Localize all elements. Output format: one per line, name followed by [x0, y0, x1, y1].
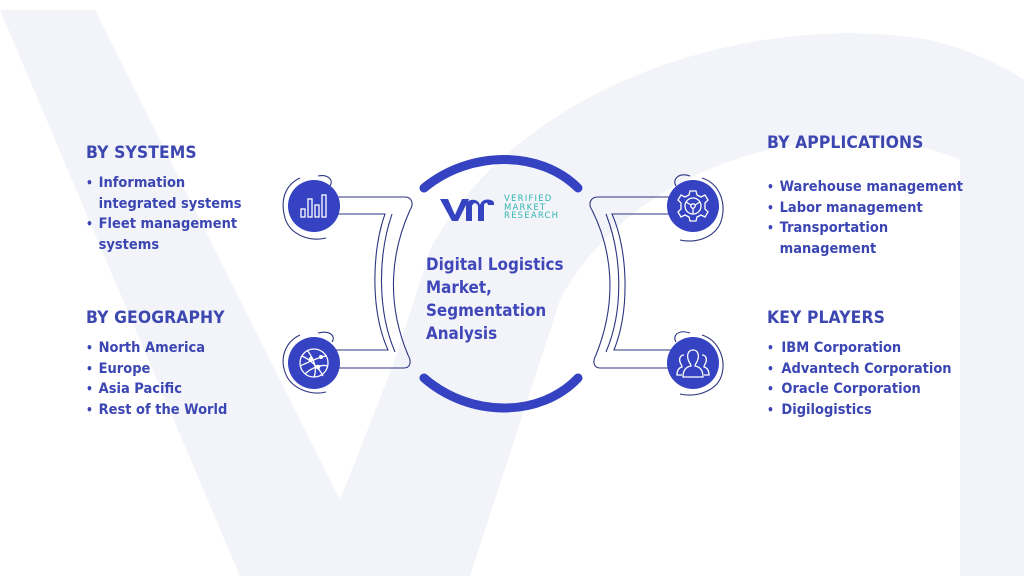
- vmr-logo-mark: [440, 199, 494, 221]
- list-item: IBM Corporation: [767, 338, 952, 359]
- list-item: Europe: [86, 359, 227, 380]
- segment-by-geography: BY GEOGRAPHY North America Europe Asia P…: [86, 308, 243, 420]
- logo-wordmark: VERIFIED MARKET RESEARCH: [504, 195, 559, 221]
- segment-by-systems: BY SYSTEMS Informationintegrated systems…: [86, 143, 259, 255]
- segment-key-players: KEY PLAYERS IBM Corporation Advantech Co…: [767, 308, 972, 420]
- list-item: Digilogistics: [767, 400, 952, 421]
- segment-by-applications: BY APPLICATIONS Warehouse management Lab…: [767, 133, 985, 259]
- gear-steering-icon: [677, 190, 709, 222]
- applications-icon-badge: [667, 180, 719, 232]
- title-line: Analysis: [426, 324, 498, 343]
- title-line: Segmentation: [426, 301, 547, 320]
- segment-list: North America Europe Asia Pacific Rest o…: [86, 338, 243, 420]
- bar-chart-icon: [300, 194, 327, 218]
- list-item: Labor management: [767, 198, 963, 219]
- geography-icon-badge: [288, 337, 340, 389]
- title-line: Digital Logistics: [426, 255, 564, 274]
- people-group-icon: [676, 349, 710, 378]
- list-item: Warehouse management: [767, 177, 963, 198]
- top-arc: [419, 155, 583, 193]
- title-line: Market,: [426, 278, 492, 297]
- globe-network-icon: [299, 348, 329, 378]
- segment-list: Warehouse management Labor management Tr…: [767, 177, 985, 259]
- list-item: Fleet managementsystems: [86, 214, 242, 255]
- segment-heading: BY GEOGRAPHY: [86, 308, 225, 328]
- verified-market-research-logo: VERIFIED MARKET RESEARCH: [438, 193, 559, 223]
- segment-heading: KEY PLAYERS: [767, 308, 885, 328]
- systems-icon-badge: [288, 180, 340, 232]
- list-item: Rest of the World: [86, 400, 227, 421]
- bottom-arc: [419, 373, 583, 413]
- list-item: North America: [86, 338, 227, 359]
- key-players-icon-badge: [667, 337, 719, 389]
- segment-list: Informationintegrated systems Fleet mana…: [86, 173, 259, 255]
- segment-heading: BY SYSTEMS: [86, 143, 197, 163]
- logo-line-3: RESEARCH: [504, 211, 560, 222]
- segment-list: IBM Corporation Advantech Corporation Or…: [767, 338, 972, 420]
- list-item: Informationintegrated systems: [86, 173, 242, 214]
- list-item: Oracle Corporation: [767, 379, 952, 400]
- list-item: Transportationmanagement: [767, 218, 963, 259]
- segment-heading: BY APPLICATIONS: [767, 133, 924, 153]
- diagram-title: Digital Logistics Market, Segmentation A…: [426, 253, 564, 345]
- list-item: Asia Pacific: [86, 379, 227, 400]
- list-item: Advantech Corporation: [767, 359, 952, 380]
